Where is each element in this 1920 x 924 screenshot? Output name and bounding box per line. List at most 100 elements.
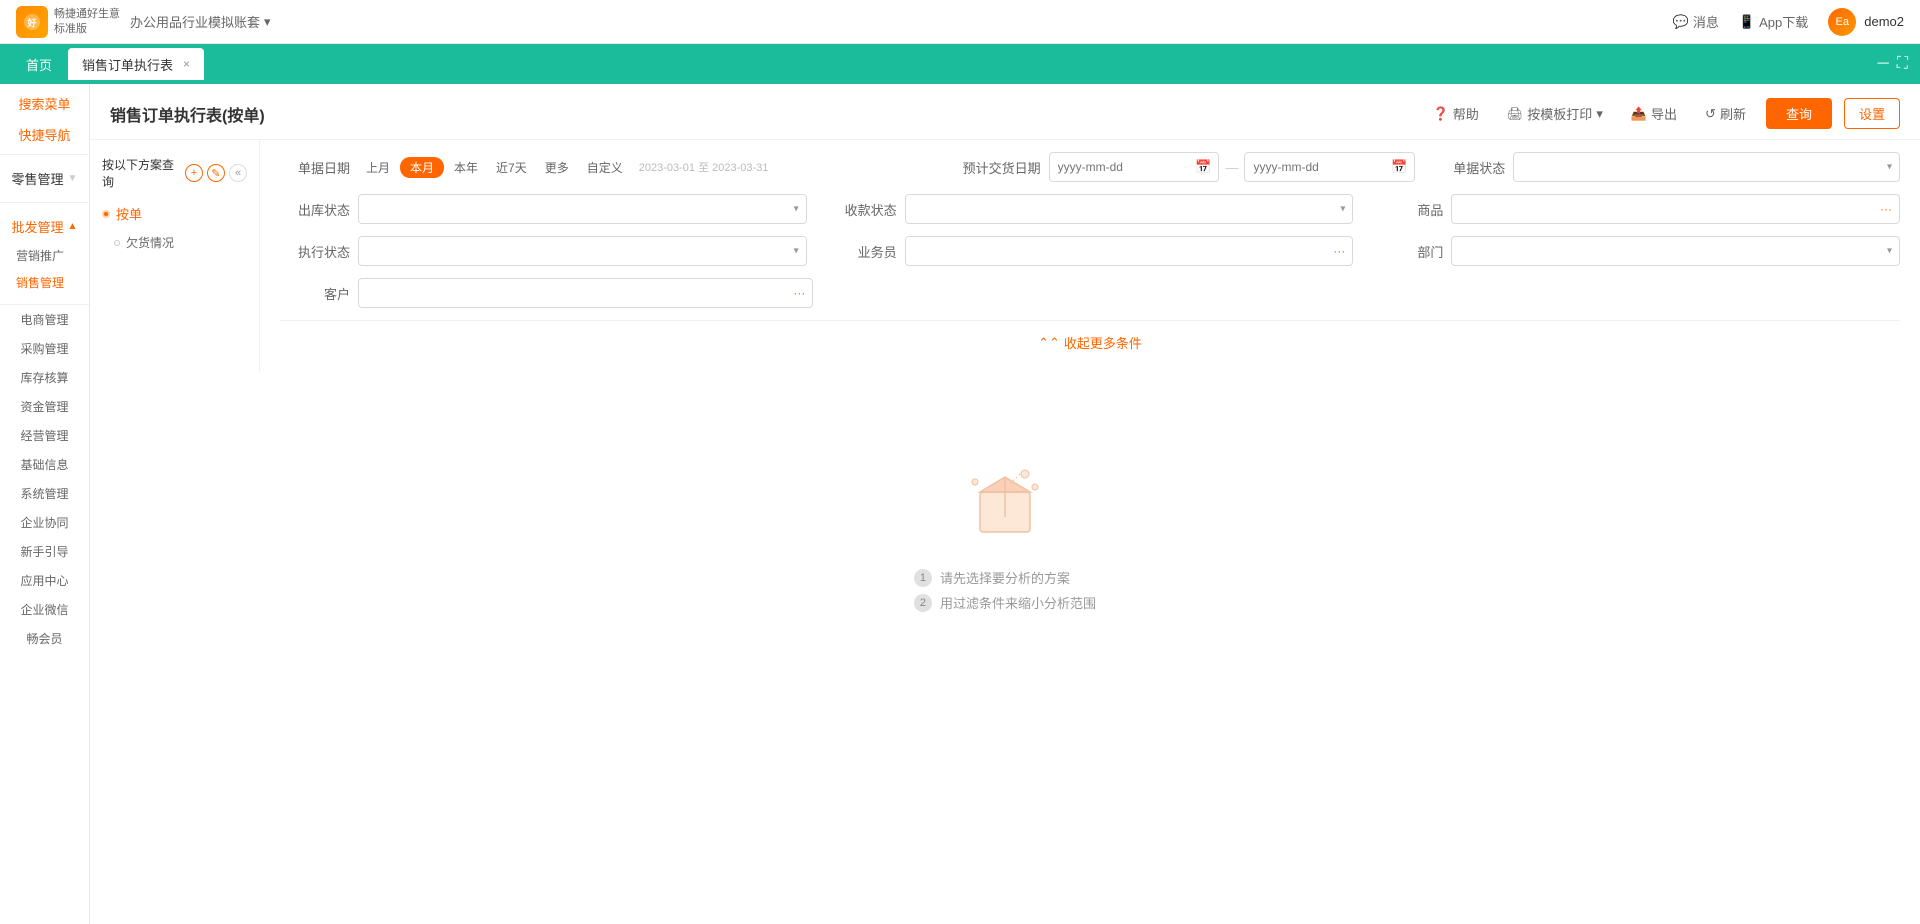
tab-close-icon[interactable]: × xyxy=(183,57,190,71)
app-logo-icon: 好 xyxy=(16,6,48,38)
sidebar-item-marketing[interactable]: 营销推广 xyxy=(0,242,89,269)
customer-more-btn[interactable]: ··· xyxy=(793,286,805,300)
sidebar-item-wholesale-mgmt[interactable]: 批发管理 ▲ xyxy=(0,211,89,242)
outbound-group: 出库状态 ▾ xyxy=(280,194,807,224)
export-button[interactable]: 📤 导出 xyxy=(1623,100,1685,127)
tab-home-label: 首页 xyxy=(26,55,52,74)
sidebar-item-enterprise[interactable]: 企业协同 xyxy=(0,508,89,537)
sidebar-item-purchase[interactable]: 采购管理 xyxy=(0,334,89,363)
salesperson-label: 业务员 xyxy=(827,242,897,261)
header-left: 好 畅捷通好生意 标准版 办公用品行业模拟账套 ▾ xyxy=(16,6,271,38)
sidebar-item-new-guide[interactable]: 新手引导 xyxy=(0,537,89,566)
goods-input[interactable] xyxy=(1451,194,1900,224)
tab-expand-btn[interactable]: ⛶ xyxy=(1897,55,1908,73)
pred-date-inputs: 📅 — 📅 xyxy=(1049,152,1416,182)
goods-label: 商品 xyxy=(1373,200,1443,219)
collapse-panel-button[interactable]: « xyxy=(229,164,247,182)
outbound-select[interactable] xyxy=(358,194,807,224)
sidebar-item-basic-info[interactable]: 基础信息 xyxy=(0,450,89,479)
date-tab-本年[interactable]: 本年 xyxy=(446,157,486,178)
sidebar-item-quick-nav[interactable]: 快捷导航 xyxy=(0,119,89,155)
nav-dropdown-icon[interactable]: ▾ xyxy=(264,14,271,30)
date-tab-上月[interactable]: 上月 xyxy=(358,157,398,178)
exec-select[interactable] xyxy=(358,236,807,266)
logo-text: 畅捷通好生意 标准版 xyxy=(54,7,120,36)
collection-select[interactable] xyxy=(905,194,1354,224)
status-select[interactable] xyxy=(1513,152,1900,182)
user-area[interactable]: Ea demo2 xyxy=(1828,8,1904,36)
date-tab-近7天[interactable]: 近7天 xyxy=(488,157,535,178)
top-header: 好 畅捷通好生意 标准版 办公用品行业模拟账套 ▾ 💬 消息 📱 App下载 E… xyxy=(0,0,1920,44)
sidebar-item-inventory[interactable]: 库存核算 xyxy=(0,363,89,392)
help-button[interactable]: ❓ 帮助 xyxy=(1425,100,1487,127)
sidebar-item-retail-mgmt[interactable]: 零售管理 ▼ xyxy=(0,163,89,194)
add-plan-button[interactable]: + xyxy=(185,164,203,182)
dept-control: ▾ xyxy=(1451,236,1900,266)
refresh-button[interactable]: ↺ 刷新 xyxy=(1697,100,1754,127)
settings-button[interactable]: 设置 xyxy=(1844,98,1900,129)
date-tab-自定义[interactable]: 自定义 xyxy=(579,157,631,178)
sidebar-item-sales-mgmt[interactable]: 销售管理 xyxy=(0,269,89,296)
tip-text-2: 用过滤条件来缩小分析范围 xyxy=(940,593,1096,612)
print-dropdown-icon: ▾ xyxy=(1596,106,1603,122)
sidebar-item-ecommerce[interactable]: 电商管理 xyxy=(0,305,89,334)
sidebar-item-vip[interactable]: 畅会员 xyxy=(0,624,89,653)
filter-area: 按以下方案查询 + ✎ « 按单 欠货情况 xyxy=(90,140,1920,372)
sidebar-group-retail: 零售管理 ▼ xyxy=(0,155,89,203)
salesperson-more-btn[interactable]: ··· xyxy=(1333,244,1345,258)
sidebar-wholesale-arrow: ▲ xyxy=(68,221,78,232)
header-right: 💬 消息 📱 App下载 Ea demo2 xyxy=(1673,8,1904,36)
salesperson-input[interactable] xyxy=(905,236,1354,266)
customer-group: 客户 ··· xyxy=(280,278,813,308)
main-layout: 搜索菜单 快捷导航 零售管理 ▼ 批发管理 ▲ 营销推广 销售管理 电商管理 采… xyxy=(0,84,1920,924)
filter-row-3: 执行状态 ▾ 业务员 ··· xyxy=(280,236,1900,266)
customer-input[interactable] xyxy=(358,278,813,308)
sidebar-item-wechat[interactable]: 企业微信 xyxy=(0,595,89,624)
query-button[interactable]: 查询 xyxy=(1766,98,1832,129)
edit-plan-button[interactable]: ✎ xyxy=(207,164,225,182)
nav-title[interactable]: 办公用品行业模拟账套 ▾ xyxy=(130,12,271,31)
svg-text:好: 好 xyxy=(26,17,36,28)
pred-date-from-wrapper: 📅 xyxy=(1049,152,1220,182)
collection-label: 收款状态 xyxy=(827,200,897,219)
export-icon: 📤 xyxy=(1631,106,1647,122)
sidebar-search-label: 搜索菜单 xyxy=(18,97,70,112)
tab-sales-order-exec-label: 销售订单执行表 xyxy=(82,55,173,74)
dept-group: 部门 ▾ xyxy=(1373,236,1900,266)
outbound-label: 出库状态 xyxy=(280,200,350,219)
dept-label: 部门 xyxy=(1373,242,1443,261)
empty-tip-2: 2 用过滤条件来缩小分析范围 xyxy=(914,593,1096,612)
sidebar-item-search-menu[interactable]: 搜索菜单 xyxy=(0,84,89,119)
tab-bar-actions: ─ ⛶ xyxy=(1877,55,1908,73)
date-label: 单据日期 xyxy=(280,158,350,177)
plan-item-按单[interactable]: 按单 xyxy=(90,198,259,229)
plan-item-欠货情况[interactable]: 欠货情况 xyxy=(90,229,259,256)
tab-minimize-btn[interactable]: ─ xyxy=(1877,55,1888,73)
date-tab-更多[interactable]: 更多 xyxy=(537,157,577,178)
sidebar-item-app-center[interactable]: 应用中心 xyxy=(0,566,89,595)
date-tab-本月[interactable]: 本月 xyxy=(400,157,444,178)
sidebar-item-finance[interactable]: 资金管理 xyxy=(0,392,89,421)
pred-date-to-input[interactable] xyxy=(1244,152,1415,182)
message-button[interactable]: 💬 消息 xyxy=(1673,12,1719,31)
collapse-more-btn[interactable]: ⌃⌃ 收起更多条件 xyxy=(1026,329,1154,356)
logo-area: 好 畅捷通好生意 标准版 xyxy=(16,6,120,38)
cal-to-icon: 📅 xyxy=(1391,159,1407,175)
exec-control: ▾ xyxy=(358,236,807,266)
pred-date-from-input[interactable] xyxy=(1049,152,1220,182)
template-print-button[interactable]: 🖨 按模板打印 ▾ xyxy=(1499,100,1611,127)
tab-sales-order-exec[interactable]: 销售订单执行表 × xyxy=(68,48,204,80)
app-download-button[interactable]: 📱 App下载 xyxy=(1739,12,1808,31)
tab-home[interactable]: 首页 xyxy=(12,48,66,80)
goods-more-btn[interactable]: ··· xyxy=(1880,202,1892,216)
filter-left-panel: 按以下方案查询 + ✎ « 按单 欠货情况 xyxy=(90,140,260,372)
salesperson-group: 业务员 ··· xyxy=(827,236,1354,266)
tip-text-1: 请先选择要分析的方案 xyxy=(940,568,1070,587)
dept-select[interactable] xyxy=(1451,236,1900,266)
sidebar-group-wholesale: 批发管理 ▲ 营销推广 销售管理 xyxy=(0,203,89,305)
sidebar-sales-label: 销售管理 xyxy=(16,274,64,291)
sidebar: 搜索菜单 快捷导航 零售管理 ▼ 批发管理 ▲ 营销推广 销售管理 电商管理 采… xyxy=(0,84,90,924)
cal-from-icon: 📅 xyxy=(1195,159,1211,175)
sidebar-item-operations[interactable]: 经营管理 xyxy=(0,421,89,450)
sidebar-item-system[interactable]: 系统管理 xyxy=(0,479,89,508)
